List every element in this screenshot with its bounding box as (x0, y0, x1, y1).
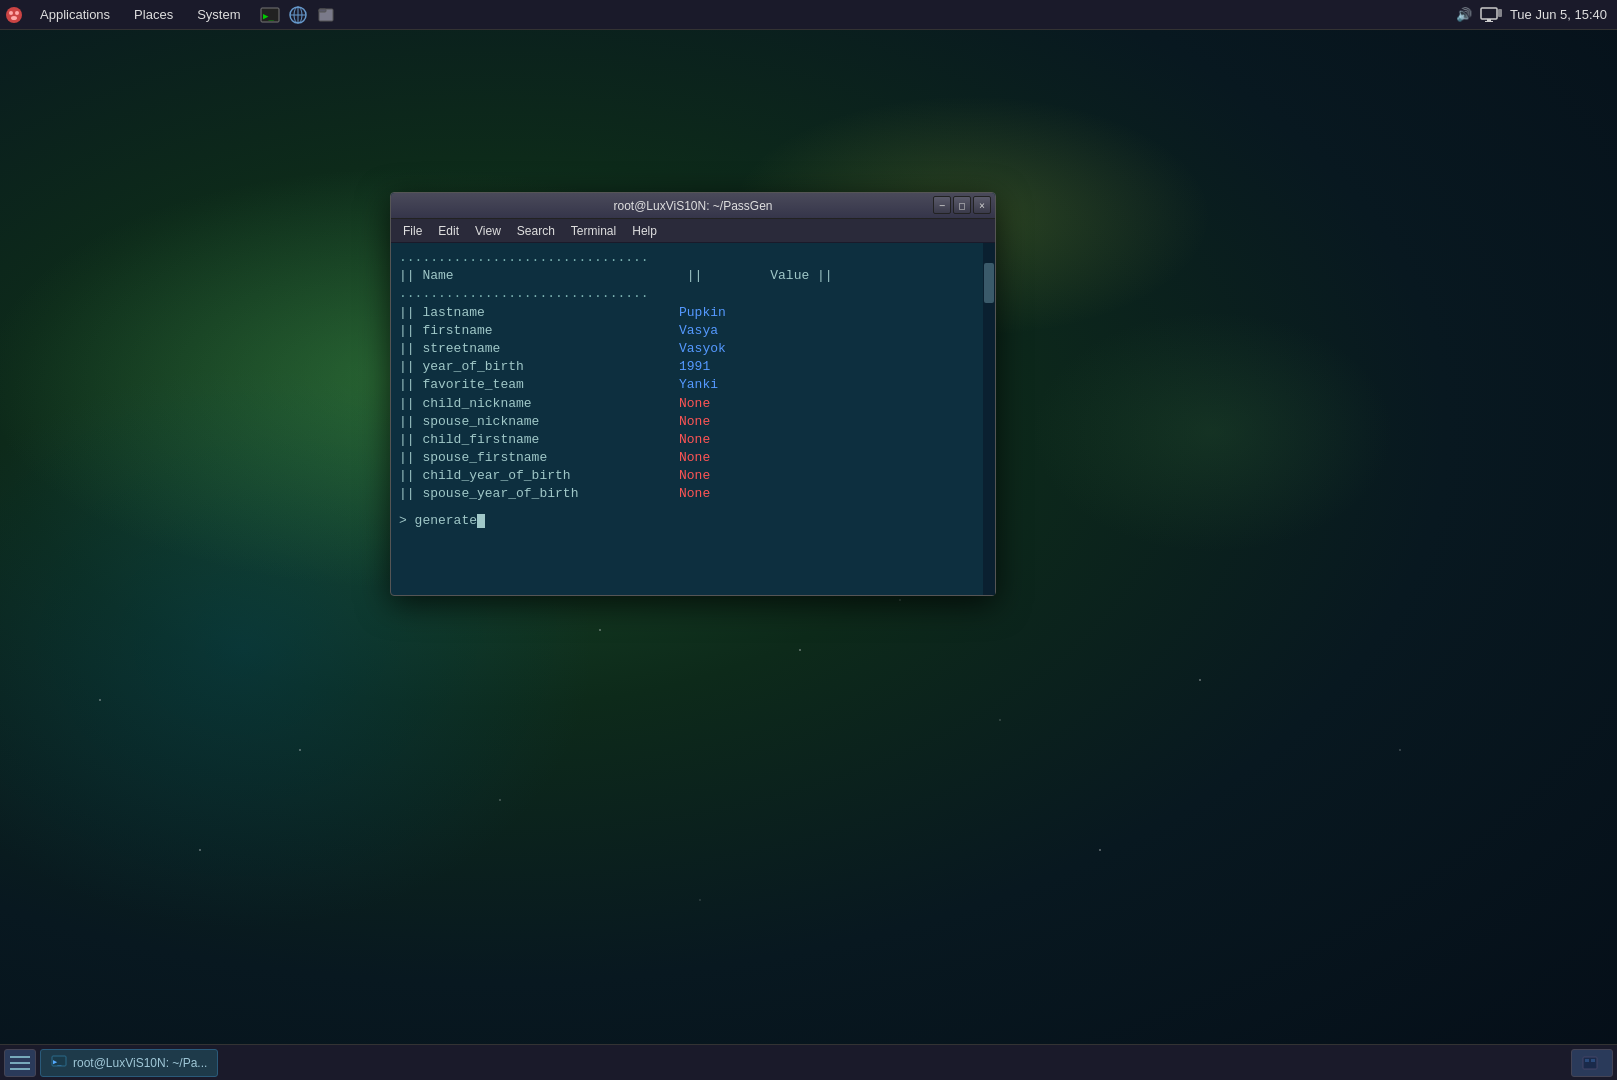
svg-rect-18 (10, 1068, 30, 1070)
taskbar-terminal-button[interactable]: ▶_ root@LuxViS10N: ~/Pa... (40, 1049, 218, 1077)
row-value: Vasya (679, 323, 718, 338)
table-row: || spouse_year_of_birthNone (399, 485, 987, 503)
menu-view[interactable]: View (467, 219, 509, 242)
header-value-col: Value || (770, 268, 832, 283)
header-name-col: || Name (399, 267, 679, 285)
terminal-content[interactable]: ................................ || Name… (391, 243, 995, 595)
top-menu: Applications Places System ▶_ (0, 0, 340, 29)
header-pipes: || (687, 268, 703, 283)
row-value: None (679, 414, 710, 429)
row-name: || streetname (399, 340, 679, 358)
table-separator-mid: ................................ (399, 285, 987, 303)
row-name: || child_year_of_birth (399, 467, 679, 485)
table-row: || streetnameVasyok (399, 340, 987, 358)
files-icon[interactable] (316, 5, 336, 25)
row-name: || favorite_team (399, 376, 679, 394)
scroll-thumb[interactable] (984, 263, 994, 303)
svg-rect-11 (319, 9, 326, 12)
menu-help[interactable]: Help (624, 219, 665, 242)
taskbar-bottom-left: ▶_ root@LuxViS10N: ~/Pa... (4, 1049, 218, 1077)
row-value: Pupkin (679, 305, 726, 320)
svg-rect-17 (10, 1062, 30, 1064)
terminal-controls: − □ × (933, 196, 991, 214)
table-row: || lastnamePupkin (399, 304, 987, 322)
row-name: || child_firstname (399, 431, 679, 449)
svg-rect-22 (1585, 1059, 1589, 1062)
svg-rect-12 (1481, 8, 1497, 19)
svg-point-2 (15, 11, 19, 15)
row-name: || child_nickname (399, 395, 679, 413)
row-name: || firstname (399, 322, 679, 340)
table-separator-top: ................................ (399, 249, 987, 267)
svg-rect-15 (1498, 9, 1502, 17)
display-icon (1480, 7, 1502, 23)
speaker-icon: 🔊 (1456, 7, 1472, 22)
table-row: || spouse_firstnameNone (399, 449, 987, 467)
row-value: None (679, 468, 710, 483)
datetime: Tue Jun 5, 15:40 (1510, 7, 1607, 22)
globe-icon[interactable] (288, 5, 308, 25)
svg-point-1 (9, 11, 13, 15)
row-value: None (679, 432, 710, 447)
start-button[interactable] (4, 1049, 36, 1077)
terminal-task-label: root@LuxViS10N: ~/Pa... (73, 1056, 207, 1070)
row-name: || spouse_year_of_birth (399, 485, 679, 503)
svg-rect-23 (1591, 1059, 1595, 1062)
row-value: None (679, 486, 710, 501)
row-value: Vasyok (679, 341, 726, 356)
maximize-button[interactable]: □ (953, 196, 971, 214)
table-row: || child_nicknameNone (399, 395, 987, 413)
menu-system[interactable]: System (185, 0, 252, 29)
terminal-scrollbar[interactable] (983, 243, 995, 595)
row-name: || year_of_birth (399, 358, 679, 376)
terminal-titlebar: root@LuxViS10N: ~/PassGen − □ × (391, 193, 995, 219)
row-value: None (679, 396, 710, 411)
close-button[interactable]: × (973, 196, 991, 214)
system-tray: 🔊 Tue Jun 5, 15:40 (1456, 7, 1617, 23)
table-row: || spouse_nicknameNone (399, 413, 987, 431)
gnome-icon[interactable] (4, 5, 24, 25)
menu-file[interactable]: File (395, 219, 430, 242)
svg-rect-13 (1487, 19, 1491, 21)
svg-rect-14 (1485, 21, 1493, 22)
menu-terminal[interactable]: Terminal (563, 219, 624, 242)
table-row: || child_year_of_birthNone (399, 467, 987, 485)
row-name: || spouse_firstname (399, 449, 679, 467)
table-header: || Name || Value || (399, 267, 987, 285)
taskbar-clock[interactable] (1571, 1049, 1613, 1077)
row-name: || lastname (399, 304, 679, 322)
table-row: || child_firstnameNone (399, 431, 987, 449)
prompt-text: generate (415, 513, 477, 528)
table-row: || year_of_birth1991 (399, 358, 987, 376)
prompt-line: > generate (399, 512, 987, 530)
taskbar-bottom-right (1571, 1049, 1613, 1077)
cursor (477, 514, 485, 528)
taskbar-bottom: ▶_ root@LuxViS10N: ~/Pa... (0, 1044, 1617, 1080)
prompt-symbol: > (399, 513, 415, 528)
terminal-menubar: File Edit View Search Terminal Help (391, 219, 995, 243)
menu-places[interactable]: Places (122, 0, 185, 29)
row-value: Yanki (679, 377, 718, 392)
svg-point-0 (6, 7, 22, 23)
row-value: 1991 (679, 359, 710, 374)
terminal-title: root@LuxViS10N: ~/PassGen (613, 199, 772, 213)
menu-edit[interactable]: Edit (430, 219, 467, 242)
minimize-button[interactable]: − (933, 196, 951, 214)
terminal-icon[interactable]: ▶_ (260, 5, 280, 25)
menu-search[interactable]: Search (509, 219, 563, 242)
terminal-window: root@LuxViS10N: ~/PassGen − □ × File Edi… (390, 192, 996, 596)
table-row: || favorite_teamYanki (399, 376, 987, 394)
desktop: Applications Places System ▶_ (0, 0, 1617, 1080)
table-rows: || lastnamePupkin|| firstnameVasya|| str… (399, 304, 987, 504)
svg-rect-21 (1583, 1057, 1597, 1069)
row-value: None (679, 450, 710, 465)
svg-text:▶_: ▶_ (263, 11, 274, 21)
svg-rect-16 (10, 1056, 30, 1058)
row-name: || spouse_nickname (399, 413, 679, 431)
table-row: || firstnameVasya (399, 322, 987, 340)
svg-point-3 (11, 16, 17, 20)
menu-applications[interactable]: Applications (28, 0, 122, 29)
taskbar-top: Applications Places System ▶_ (0, 0, 1617, 30)
svg-text:▶_: ▶_ (53, 1058, 62, 1066)
